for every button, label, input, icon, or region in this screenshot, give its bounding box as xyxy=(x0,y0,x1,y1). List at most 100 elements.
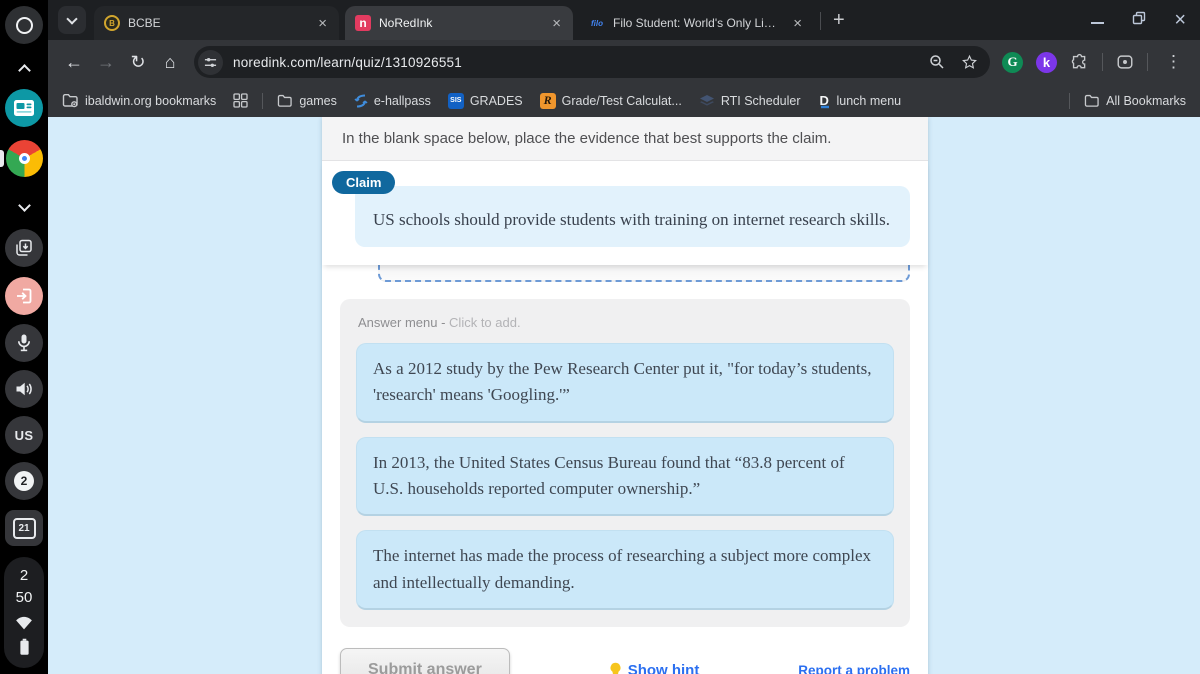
answer-menu-label-text: Answer menu - xyxy=(358,315,450,330)
kami-extension-icon[interactable]: k xyxy=(1036,51,1057,73)
tab-filo[interactable]: filo Filo Student: World's Only Live I × xyxy=(579,6,814,40)
shelf-app-ehallpass[interactable] xyxy=(5,277,43,315)
noredink-favicon: n xyxy=(355,15,371,31)
notification-counter-button[interactable]: 2 xyxy=(5,462,43,500)
folder-icon xyxy=(1084,94,1099,107)
tab-bcbe[interactable]: B BCBE × xyxy=(94,6,339,40)
home-button[interactable]: ⌂ xyxy=(154,46,186,78)
volume-tray-button[interactable] xyxy=(5,370,43,408)
answer-option[interactable]: In 2013, the United States Census Bureau… xyxy=(356,436,894,517)
browser-profile-icon[interactable] xyxy=(1116,53,1134,71)
bookmark-rti-scheduler[interactable]: RTI Scheduler xyxy=(699,93,801,109)
minimize-icon xyxy=(1091,22,1105,24)
clock-minute: 50 xyxy=(15,588,33,606)
keyboard-layout-label: US xyxy=(14,427,34,443)
bookmark-label: games xyxy=(299,93,337,108)
reload-button[interactable]: ↻ xyxy=(122,46,154,78)
chromeos-shelf: US 2 21 2 50 xyxy=(0,0,48,674)
quiz-card: In the blank space below, place the evid… xyxy=(322,117,928,674)
close-window-button[interactable]: × xyxy=(1174,10,1186,30)
answer-option[interactable]: As a 2012 study by the Pew Research Cent… xyxy=(356,343,894,423)
bookmark-games-folder[interactable]: games xyxy=(277,94,337,108)
grammarly-extension-icon[interactable]: G xyxy=(1002,51,1023,73)
answer-menu-label: Answer menu - Click to add. xyxy=(358,315,894,330)
chrome-icon xyxy=(18,153,30,164)
folder-gear-icon xyxy=(62,94,78,108)
close-tab-icon[interactable]: × xyxy=(314,14,331,33)
tab-title: Filo Student: World's Only Live I xyxy=(613,16,782,30)
tab-search-button[interactable] xyxy=(58,6,86,34)
restore-icon xyxy=(1133,11,1146,24)
bookmark-lunch-menu[interactable]: D lunch menu xyxy=(818,93,901,109)
toolbar-divider xyxy=(1102,53,1103,71)
ehallpass-favicon xyxy=(354,93,368,108)
answer-option[interactable]: The internet has made the process of res… xyxy=(356,530,894,611)
clock-hour: 2 xyxy=(19,567,29,584)
bookmark-label: e-hallpass xyxy=(373,93,431,108)
door-exit-icon xyxy=(17,288,32,304)
quiz-footer: Submit answer Show hint Report a problem xyxy=(322,627,928,674)
wifi-icon xyxy=(16,616,32,629)
restore-button[interactable] xyxy=(1132,11,1146,30)
window-controls: × xyxy=(1091,0,1186,40)
bookmark-label: Grade/Test Calculat... xyxy=(561,93,682,108)
bookmark-managed-folder[interactable]: ibaldwin.org bookmarks xyxy=(62,93,216,108)
speaker-icon xyxy=(16,382,32,396)
bookmarks-divider xyxy=(1069,92,1071,109)
question-prompt: In the blank space below, place the evid… xyxy=(322,117,928,161)
shelf-app-chrome[interactable] xyxy=(5,140,43,177)
bookmarks-divider xyxy=(262,92,264,109)
shelf-app-sis-card[interactable] xyxy=(5,89,43,127)
launcher-icon xyxy=(15,16,33,34)
claim-text: US schools should provide students with … xyxy=(355,186,910,247)
extensions-puzzle-icon[interactable] xyxy=(1070,53,1089,72)
lunch-menu-favicon: D xyxy=(819,93,829,108)
shelf-app-screen-capture[interactable] xyxy=(5,229,43,267)
bookmark-ehallpass[interactable]: e-hallpass xyxy=(354,93,431,109)
tab-noredink[interactable]: n NoRedInk × xyxy=(345,6,573,40)
calendar-tray-button[interactable]: 21 xyxy=(5,510,43,546)
tab-title: BCBE xyxy=(128,16,161,30)
address-bar[interactable]: noredink.com/learn/quiz/1310926551 xyxy=(194,46,990,78)
bookmark-label: RTI Scheduler xyxy=(720,93,801,108)
system-tray-status[interactable]: 2 50 xyxy=(4,557,44,668)
lightbulb-icon xyxy=(610,662,621,674)
launcher-button[interactable] xyxy=(5,6,43,44)
svg-text:D: D xyxy=(819,93,828,108)
page-background: In the blank space below, place the evid… xyxy=(48,117,1200,674)
all-bookmarks-button[interactable]: All Bookmarks xyxy=(1084,94,1186,108)
shelf-scroll-up-button[interactable] xyxy=(0,61,48,77)
tab-title: NoRedInk xyxy=(379,16,433,30)
browser-menu-button[interactable]: ⋮ xyxy=(1161,52,1186,72)
tab-divider xyxy=(820,12,821,30)
apps-grid-icon xyxy=(233,93,248,108)
sis-favicon: SIS xyxy=(447,92,464,109)
keyboard-layout-button[interactable]: US xyxy=(5,416,43,454)
microphone-icon xyxy=(18,334,30,352)
bookmark-grade-calculator[interactable]: R Grade/Test Calculat... xyxy=(539,92,682,109)
submit-answer-button[interactable]: Submit answer xyxy=(340,648,510,674)
screen-capture-icon xyxy=(16,239,32,256)
filo-favicon: filo xyxy=(591,18,603,28)
bookmark-apps-grid[interactable] xyxy=(233,93,248,108)
zoom-icon[interactable] xyxy=(929,54,945,70)
back-button[interactable]: ← xyxy=(58,46,90,78)
show-hint-link[interactable]: Show hint xyxy=(609,662,699,674)
bookmark-star-icon[interactable] xyxy=(961,54,978,71)
calendar-icon: 21 xyxy=(12,517,36,539)
minimize-button[interactable] xyxy=(1091,11,1105,29)
url-text[interactable]: noredink.com/learn/quiz/1310926551 xyxy=(233,55,919,70)
browser-window: B BCBE × n NoRedInk × filo Filo Student:… xyxy=(48,0,1200,674)
toolbar-divider xyxy=(1147,53,1148,71)
shelf-scroll-down-button[interactable] xyxy=(0,199,48,215)
close-tab-icon[interactable]: × xyxy=(789,14,806,33)
site-settings-button[interactable] xyxy=(198,49,223,75)
report-problem-link[interactable]: Report a problem xyxy=(798,663,910,674)
microphone-tray-button[interactable] xyxy=(5,324,43,362)
bookmark-grades[interactable]: SIS GRADES xyxy=(447,92,523,109)
close-tab-icon[interactable]: × xyxy=(548,14,565,33)
new-tab-button[interactable]: + xyxy=(827,9,851,32)
answer-menu-hint-text: Click to add. xyxy=(449,315,521,330)
forward-button[interactable]: → xyxy=(90,46,122,78)
battery-icon xyxy=(19,638,29,655)
